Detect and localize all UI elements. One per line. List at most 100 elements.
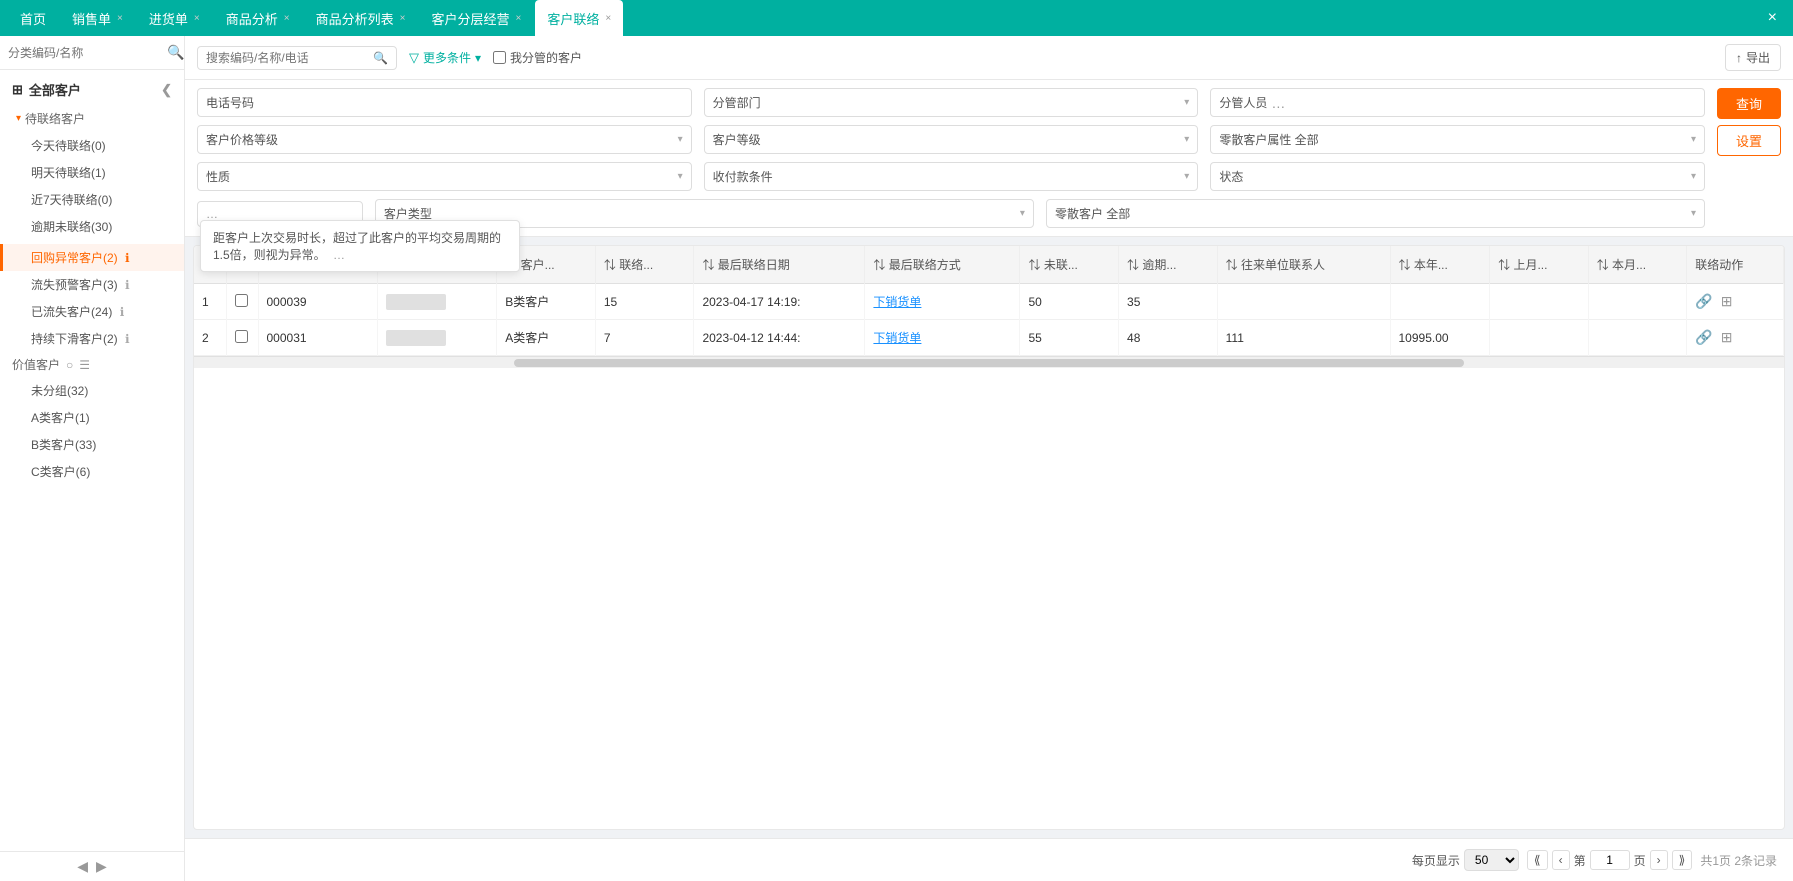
sidebar-item-a-class[interactable]: A类客户(1) [0,404,184,431]
sidebar-content: ⊞ 全部客户 ❮ ▾ 待联络客户 今天待联络(0) 明天待联络(1) 近7天待联… [0,70,184,851]
td-last-contact-type-1[interactable]: 下销货单 [865,284,1020,320]
th-this-year[interactable]: ⇅ 本年... [1390,246,1490,284]
td-contact-person-1 [1217,284,1390,320]
nav-item-analysis-list[interactable]: 商品分析列表 × [304,0,418,36]
action-grid-icon-1[interactable]: ⊞ [1721,293,1733,310]
th-last-contact-type[interactable]: ⇅ 最后联络方式 [865,246,1020,284]
td-uncontacted-2: 55 [1020,320,1119,356]
nav-item-purchase[interactable]: 进货单 × [137,0,212,36]
filter-payment[interactable]: 收付款条件 ▾ [704,162,1199,191]
filter-dept[interactable]: 分管部门 ▾ [704,88,1199,117]
sidebar-search-icon[interactable]: 🔍 [167,44,184,61]
sidebar-bottom-right-arrow[interactable]: ▶ [96,858,107,875]
th-last-month[interactable]: ⇅ 上月... [1490,246,1589,284]
nav-label-customer-tier: 客户分层经营 [431,9,509,28]
sidebar-item-unclassified[interactable]: 未分组(32) [0,377,184,404]
page-last-btn[interactable]: ⟫ [1672,850,1693,870]
sidebar-value-section-title: 价值客户 [12,356,60,373]
sidebar-item-today[interactable]: 今天待联络(0) [0,132,184,159]
filter-row-3: 性质 ▾ 收付款条件 ▾ 状态 ▾ [197,162,1705,191]
sidebar-section-title-pending[interactable]: ▾ 待联络客户 [0,105,184,132]
filter-phone[interactable]: 电话号码 [197,88,692,117]
search-icon-main[interactable]: 🔍 [373,51,388,65]
per-page-select[interactable]: 50 20 100 [1464,849,1519,871]
scrollbar-thumb[interactable] [514,359,1463,367]
page-first-btn[interactable]: ⟪ [1527,850,1548,870]
nav-label-sales: 销售单 [72,9,111,28]
sidebar-item-churn-warning[interactable]: 流失预警客户(3) ℹ [0,271,184,298]
filter-person[interactable]: 分管人员 … [1210,88,1705,117]
filter-customer-level[interactable]: 客户等级 ▾ [704,125,1199,154]
td-last-contact-type-2[interactable]: 下销货单 [865,320,1020,356]
current-page-input[interactable] [1590,850,1630,870]
sidebar-collapse-btn[interactable]: ❮ [161,82,172,98]
settings-button[interactable]: 设置 [1717,125,1781,156]
page-label: 第 [1574,852,1586,869]
sort-icon-contact-count: ⇅ [604,258,616,272]
filter-person-dots[interactable]: … [1271,95,1285,111]
nav-item-home[interactable]: 首页 [8,0,58,36]
nav-item-customer-tier[interactable]: 客户分层经营 × [419,0,533,36]
query-button[interactable]: 查询 [1717,88,1781,119]
filter-price-level[interactable]: 客户价格等级 ▾ [197,125,692,154]
nav-close-customer-contact[interactable]: × [605,13,611,24]
export-button[interactable]: ↑ 导出 [1725,44,1781,71]
search-input-wrap: 🔍 [197,46,397,70]
sidebar-item-repurchase-anomaly[interactable]: 回购异常客户(2) ℹ [0,244,184,271]
sidebar-item-declining[interactable]: 持续下滑客户(2) ℹ [0,325,184,352]
filter-retail-attr-label: 零散客户属性 全部 [1219,131,1318,148]
name-blur-2 [386,330,446,346]
filter-status[interactable]: 状态 ▾ [1210,162,1705,191]
action-link-icon-1[interactable]: 🔗 [1695,293,1712,310]
sidebar-item-tomorrow[interactable]: 明天待联络(1) [0,159,184,186]
manage-icon[interactable]: ☰ [79,358,90,372]
nav-item-analysis[interactable]: 商品分析 × [214,0,302,36]
th-actions: 联络动作 [1687,246,1784,284]
nav-item-sales[interactable]: 销售单 × [60,0,135,36]
arrow-icon: ▾ [16,113,21,124]
filter-nature[interactable]: 性质 ▾ [197,162,692,191]
page-prev-btn[interactable]: ‹ [1552,850,1570,870]
td-checkbox-2[interactable] [226,320,258,356]
th-uncontacted[interactable]: ⇅ 未联... [1020,246,1119,284]
info-icon-churned: ℹ [120,305,125,319]
sidebar-all-customers[interactable]: ⊞ 全部客户 ❮ [0,74,184,105]
th-contact-person[interactable]: ⇅ 往来单位联系人 [1217,246,1390,284]
row-checkbox-1[interactable] [235,294,248,307]
nav-close-analysis-list[interactable]: × [400,13,406,24]
filter-btn[interactable]: ▽ 更多条件 ▾ [409,49,481,66]
th-this-month[interactable]: ⇅ 本月... [1588,246,1687,284]
horizontal-scrollbar[interactable] [194,356,1784,368]
search-input[interactable] [206,51,369,65]
td-checkbox-1[interactable] [226,284,258,320]
more-dots-label: … [206,207,218,221]
sidebar-item-7days[interactable]: 近7天待联络(0) [0,186,184,213]
filter-retail-attr[interactable]: 零散客户属性 全部 ▾ [1210,125,1705,154]
sidebar-item-today-label: 今天待联络(0) [31,139,106,153]
action-grid-icon-2[interactable]: ⊞ [1721,329,1733,346]
nav-item-customer-contact[interactable]: 客户联络 × [535,0,623,36]
edit-icon[interactable]: ○ [66,358,73,372]
nav-close-purchase[interactable]: × [194,13,200,24]
nav-close-customer-tier[interactable]: × [515,13,521,24]
filter-status-label: 状态 [1219,168,1243,185]
nav-close-sales[interactable]: × [117,13,123,24]
sidebar-item-churned[interactable]: 已流失客户(24) ℹ [0,298,184,325]
row-checkbox-2[interactable] [235,330,248,343]
sidebar-search-input[interactable] [8,46,163,60]
th-overdue[interactable]: ⇅ 逾期... [1119,246,1218,284]
sidebar-item-c-class[interactable]: C类客户(6) [0,458,184,485]
nav-close-main[interactable]: × [1760,9,1785,27]
nav-close-analysis[interactable]: × [284,13,290,24]
sidebar-section-pending: ▾ 待联络客户 今天待联络(0) 明天待联络(1) 近7天待联络(0) 逾期未联… [0,105,184,240]
sidebar-item-overdue[interactable]: 逾期未联络(30) [0,213,184,240]
action-link-icon-2[interactable]: 🔗 [1695,329,1712,346]
th-last-contact-date[interactable]: ⇅ 最后联络日期 [694,246,865,284]
sidebar-section-label-pending: 待联络客户 [25,110,85,127]
filter-retail-customer[interactable]: 零散客户 全部 ▾ [1046,199,1705,228]
my-customer-checkbox[interactable] [493,51,506,64]
sidebar-item-b-class[interactable]: B类客户(33) [0,431,184,458]
sidebar-bottom-left-arrow[interactable]: ◀ [77,858,88,875]
th-contact-count[interactable]: ⇅ 联络... [595,246,694,284]
page-next-btn[interactable]: › [1650,850,1668,870]
